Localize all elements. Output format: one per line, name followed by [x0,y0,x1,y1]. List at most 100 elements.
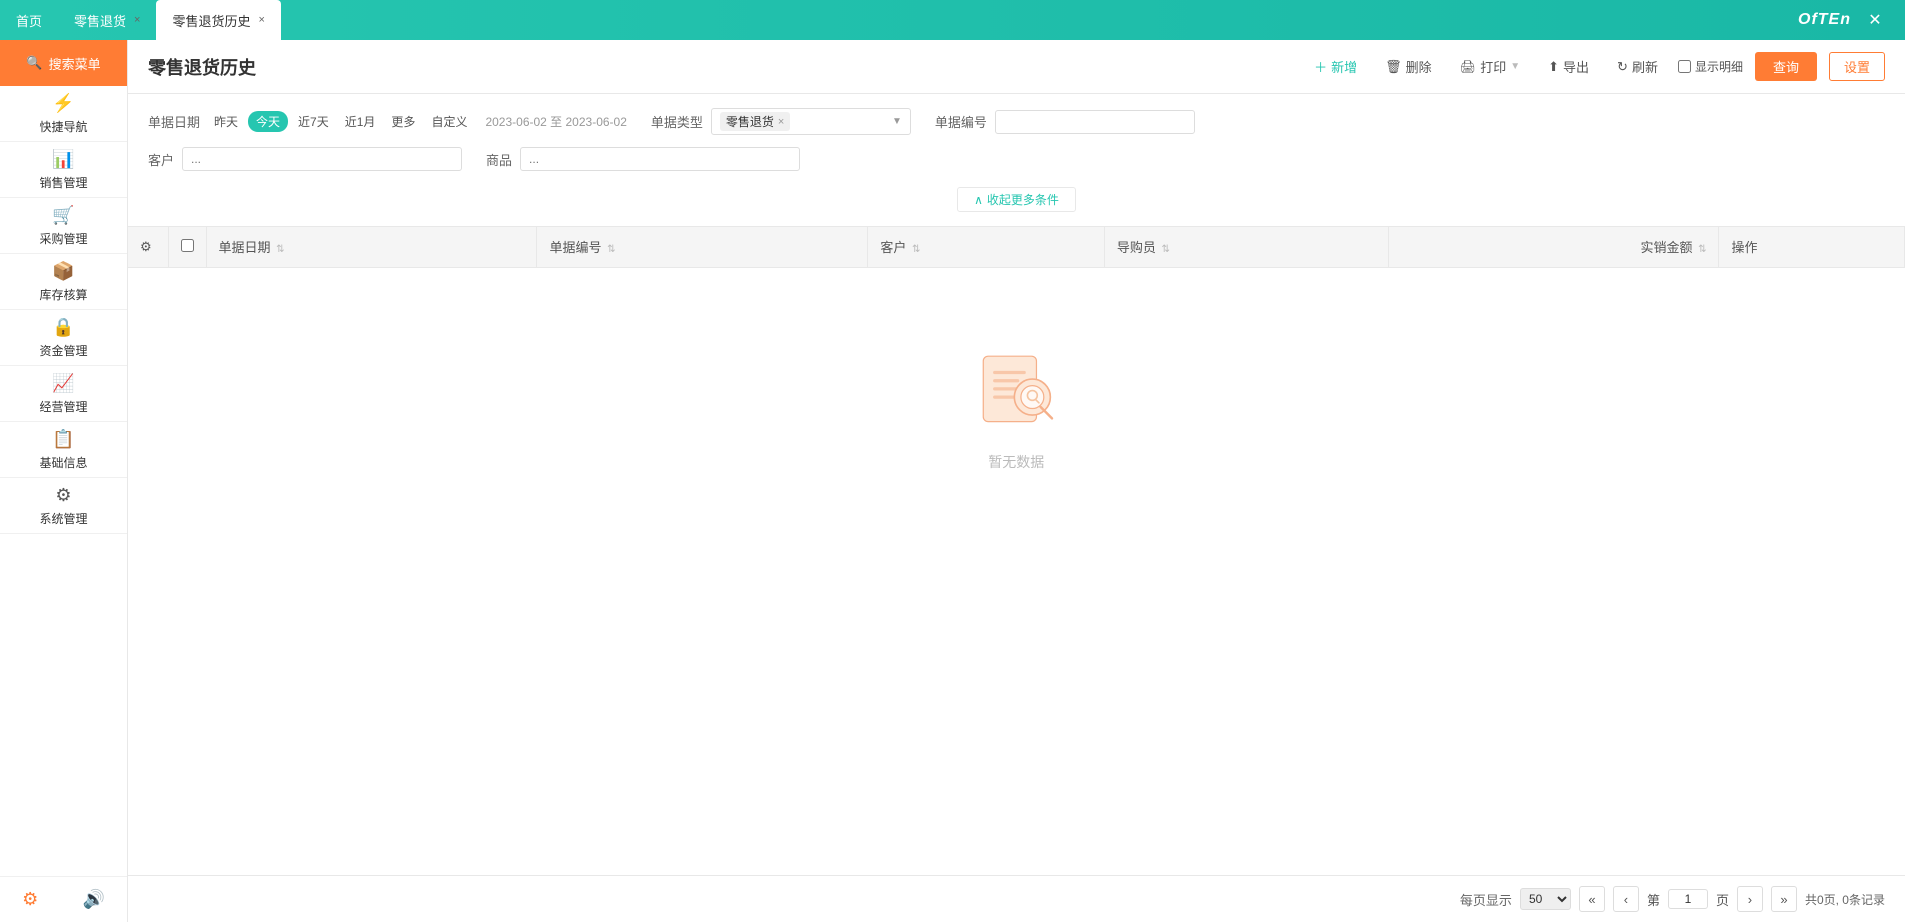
page-number-input[interactable] [1668,889,1708,909]
sidebar-item-finance[interactable]: 🔒 资金管理 [0,310,127,366]
sidebar-item-business-mgmt[interactable]: 📈 经营管理 [0,366,127,422]
sidebar-search-label: 搜索菜单 [49,54,101,73]
bill-type-label: 单据类型 [651,112,703,131]
th-bill-date[interactable]: 单据日期 ⇅ [206,227,537,267]
th-bill-no[interactable]: 单据编号 ⇅ [537,227,868,267]
setting-button[interactable]: 设置 [1829,52,1885,81]
delete-label: 删除 [1406,57,1432,76]
refresh-label: 刷新 [1632,57,1658,76]
sidebar-item-system-mgmt[interactable]: ⚙ 系统管理 [0,478,127,534]
tab-home[interactable]: 首页 [0,0,58,40]
tab-retail-return-history-close[interactable]: × [258,14,264,26]
bill-type-select[interactable]: 零售退货 × ▼ [711,108,911,135]
collapse-label: 收起更多条件 [987,191,1059,208]
purchase-icon: 🛒 [52,205,74,226]
sidebar-item-basic-info-label: 基础信息 [39,454,87,471]
refresh-button[interactable]: ↻ 刷新 [1609,53,1666,80]
th-actual-amount[interactable]: 实销金额 ⇅ [1388,227,1719,267]
date-btn-1month[interactable]: 近1月 [339,111,382,132]
page-title: 零售退货历史 [148,54,256,80]
sidebar-item-business-label: 经营管理 [39,398,87,415]
bill-no-input[interactable] [995,110,1195,134]
query-button[interactable]: 查询 [1755,52,1817,81]
display-detail-label: 显示明细 [1695,58,1743,75]
delete-icon: 🗑 [1385,59,1402,75]
tab-retail-return-label: 零售退货 [74,11,126,30]
sidebar-item-inventory[interactable]: 📦 库存核算 [0,254,127,310]
th-action: 操作 [1719,227,1905,267]
new-button[interactable]: ＋ 新增 [1306,53,1365,80]
tab-retail-return[interactable]: 零售退货 × [58,0,156,40]
date-btn-7days[interactable]: 近7天 [292,111,335,132]
bill-type-tag-close[interactable]: × [778,116,784,128]
goods-input[interactable] [520,147,800,171]
first-page-icon: « [1588,892,1595,907]
table-settings-icon[interactable]: ⚙ [140,239,152,254]
window-close-button[interactable]: ✕ [1861,6,1889,34]
actual-amount-sort-icon: ⇅ [1698,244,1706,255]
tab-retail-return-history-label: 零售退货历史 [172,11,250,30]
prev-page-icon: ‹ [1624,892,1628,907]
often-brand: OfTEn [1798,11,1851,29]
th-checkbox[interactable] [168,227,206,267]
toolbar: ＋ 新增 🗑 删除 🖨 打印 ▼ ⬆ 导出 ↻ 刷新 [1306,52,1885,81]
th-settings[interactable]: ⚙ [128,227,168,267]
date-filter: 单据日期 昨天 今天 近7天 近1月 更多 自定义 2023-06-02 至 2… [148,111,627,132]
date-btn-today[interactable]: 今天 [248,111,288,132]
sidebar-item-sales-mgmt[interactable]: 📊 销售管理 [0,142,127,198]
pagination-bar: 每页显示 10 20 50 100 « ‹ 第 页 › » 共0页, 0条记录 [128,875,1905,922]
first-page-button[interactable]: « [1579,886,1605,912]
system-icon: ⚙ [55,485,71,506]
th-customer-label: 客户 [880,240,906,255]
display-detail-checkbox-wrap[interactable]: 显示明细 [1678,58,1743,75]
collapse-button[interactable]: ∧ 收起更多条件 [957,187,1076,212]
search-icon: 🔍 [26,55,42,71]
display-detail-checkbox[interactable] [1678,60,1691,73]
delete-button[interactable]: 🗑 删除 [1377,53,1440,80]
customer-label: 客户 [148,150,174,169]
filter-area: 单据日期 昨天 今天 近7天 近1月 更多 自定义 2023-06-02 至 2… [128,94,1905,227]
empty-cell: 暂无数据 [128,267,1905,532]
tab-list: 首页 零售退货 × 零售退货历史 × [0,0,1798,40]
date-range-display: 2023-06-02 至 2023-06-02 [485,113,626,130]
customer-input[interactable] [182,147,462,171]
export-button[interactable]: ⬆ 导出 [1540,53,1597,80]
sidebar-item-inventory-label: 库存核算 [39,286,87,303]
page-size-label: 每页显示 [1460,890,1512,909]
sidebar-item-purchase-mgmt[interactable]: 🛒 采购管理 [0,198,127,254]
next-page-button[interactable]: › [1737,886,1763,912]
sidebar-item-quick-nav-label: 快捷导航 [39,118,87,135]
sidebar-bottom: ⚙ 🔊 [0,876,127,922]
bill-type-arrow-icon: ▼ [892,116,902,127]
tab-retail-return-history[interactable]: 零售退货历史 × [156,0,280,40]
last-page-button[interactable]: » [1771,886,1797,912]
select-all-checkbox[interactable] [181,239,194,252]
print-button[interactable]: 🖨 打印 ▼ [1452,53,1528,80]
bill-no-filter: 单据编号 [935,110,1195,134]
print-label: 打印 [1480,57,1506,76]
prev-page-button[interactable]: ‹ [1613,886,1639,912]
sidebar-item-basic-info[interactable]: 📋 基础信息 [0,422,127,478]
date-btn-custom[interactable]: 自定义 [425,111,473,132]
th-customer[interactable]: 客户 ⇅ [868,227,1104,267]
volume-icon[interactable]: 🔊 [82,889,104,910]
quick-nav-icon: ⚡ [52,93,74,114]
page-header: 零售退货历史 ＋ 新增 🗑 删除 🖨 打印 ▼ ⬆ 导出 [128,40,1905,94]
export-label: 导出 [1563,57,1589,76]
settings-icon[interactable]: ⚙ [22,889,38,910]
tab-retail-return-close[interactable]: × [134,14,140,26]
filter-row-1: 单据日期 昨天 今天 近7天 近1月 更多 自定义 2023-06-02 至 2… [148,108,1885,135]
date-btn-more[interactable]: 更多 [385,111,421,132]
date-btn-yesterday[interactable]: 昨天 [208,111,244,132]
th-action-label: 操作 [1731,240,1757,255]
sidebar-item-purchase-label: 采购管理 [39,230,87,247]
bill-no-sort-icon: ⇅ [607,244,615,255]
th-guide[interactable]: 导购员 ⇅ [1104,227,1388,267]
sidebar-search[interactable]: 🔍 搜索菜单 [0,40,127,86]
page-prefix-label: 第 [1647,890,1660,909]
page-size-select[interactable]: 10 20 50 100 [1520,888,1571,910]
sidebar-item-finance-label: 资金管理 [39,342,87,359]
table-header-row: ⚙ 单据日期 ⇅ 单据编号 ⇅ [128,227,1905,267]
next-page-icon: › [1748,892,1752,907]
sidebar-item-quick-nav[interactable]: ⚡ 快捷导航 [0,86,127,142]
